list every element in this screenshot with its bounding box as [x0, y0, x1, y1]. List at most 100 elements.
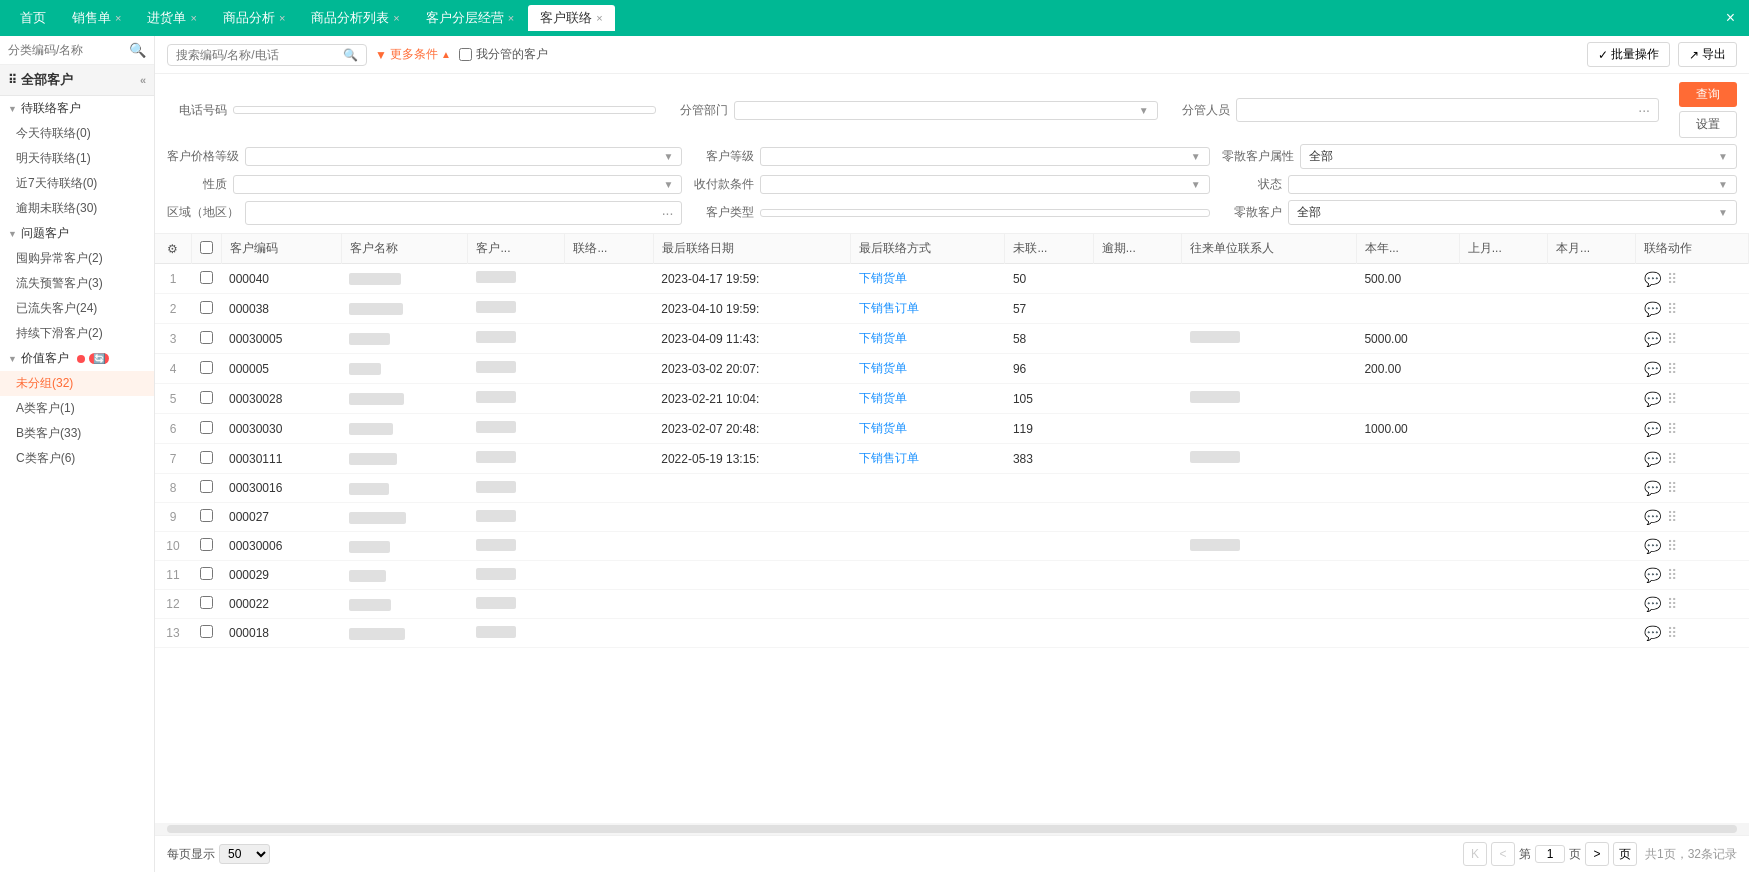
chat-icon[interactable]: 💬 [1644, 509, 1661, 525]
filter-search-input[interactable] [176, 48, 343, 62]
sidebar-item-classA[interactable]: A类客户(1) [0, 396, 154, 421]
row-checkbox[interactable] [200, 567, 213, 580]
chat-icon[interactable]: 💬 [1644, 567, 1661, 583]
sidebar-search-icon[interactable]: 🔍 [129, 42, 146, 58]
sidebar-search-input[interactable] [8, 43, 129, 57]
all-customers-header[interactable]: ⠿ 全部客户 « [0, 65, 154, 96]
sidebar-item-classB[interactable]: B类客户(33) [0, 421, 154, 446]
filter-customer-level-select[interactable]: ▼ [760, 147, 1209, 166]
batch-operation-btn[interactable]: ✓ 批量操作 [1587, 42, 1670, 67]
close-customer-segment-icon[interactable]: × [508, 12, 514, 24]
row-checkbox[interactable] [200, 331, 213, 344]
reset-button[interactable]: 设置 [1679, 111, 1737, 138]
last-way-link[interactable]: 下销货单 [859, 271, 907, 285]
page-number-input[interactable] [1535, 845, 1565, 863]
cell-check[interactable] [191, 503, 221, 532]
row-checkbox[interactable] [200, 625, 213, 638]
cell-check[interactable] [191, 384, 221, 414]
row-checkbox[interactable] [200, 509, 213, 522]
grid-action-icon[interactable]: ⠿ [1667, 421, 1677, 437]
grid-action-icon[interactable]: ⠿ [1667, 451, 1677, 467]
chat-icon[interactable]: 💬 [1644, 331, 1661, 347]
query-button[interactable]: 查询 [1679, 82, 1737, 107]
sidebar-item-tomorrow[interactable]: 明天待联络(1) [0, 146, 154, 171]
section-problem-customer[interactable]: ▼ 问题客户 [0, 221, 154, 246]
section-value-customer[interactable]: ▼ 价值客户 🔄 [0, 346, 154, 371]
filter-payment-select[interactable]: ▼ [760, 175, 1209, 194]
row-checkbox[interactable] [200, 538, 213, 551]
filter-person-input[interactable]: ··· [1236, 98, 1659, 122]
close-purchase-icon[interactable]: × [190, 12, 196, 24]
cell-check[interactable] [191, 324, 221, 354]
cell-check[interactable] [191, 532, 221, 561]
row-checkbox[interactable] [200, 271, 213, 284]
close-product-analysis-list-icon[interactable]: × [393, 12, 399, 24]
filter-nature-select[interactable]: ▼ [233, 175, 682, 194]
more-conditions-btn[interactable]: ▼ 更多条件 ▲ [375, 46, 451, 63]
cell-check[interactable] [191, 474, 221, 503]
close-product-analysis-icon[interactable]: × [279, 12, 285, 24]
sidebar-item-churn-warning[interactable]: 流失预警客户(3) [0, 271, 154, 296]
close-sales-icon[interactable]: × [115, 12, 121, 24]
filter-status-select[interactable]: ▼ [1288, 175, 1737, 194]
chat-icon[interactable]: 💬 [1644, 361, 1661, 377]
cell-check[interactable] [191, 414, 221, 444]
close-customer-contact-icon[interactable]: × [596, 12, 602, 24]
last-way-link[interactable]: 下销货单 [859, 331, 907, 345]
grid-action-icon[interactable]: ⠿ [1667, 361, 1677, 377]
th-settings[interactable]: ⚙ [155, 234, 191, 264]
sidebar-item-abnormal[interactable]: 囤购异常客户(2) [0, 246, 154, 271]
grid-action-icon[interactable]: ⠿ [1667, 331, 1677, 347]
chat-icon[interactable]: 💬 [1644, 391, 1661, 407]
region-dots-icon[interactable]: ··· [662, 205, 674, 221]
last-way-link[interactable]: 下销货单 [859, 391, 907, 405]
chat-icon[interactable]: 💬 [1644, 421, 1661, 437]
filter-price-level-select[interactable]: ▼ [245, 147, 682, 166]
nav-sales[interactable]: 销售单 × [60, 5, 133, 31]
sidebar-item-ungrouped[interactable]: 未分组(32) [0, 371, 154, 396]
nav-purchase[interactable]: 进货单 × [135, 5, 208, 31]
last-way-link[interactable]: 下销售订单 [859, 301, 919, 315]
filter-scatter-customer-select[interactable]: 全部 ▼ [1288, 200, 1737, 225]
nav-home[interactable]: 首页 [8, 5, 58, 31]
sidebar-item-today[interactable]: 今天待联络(0) [0, 121, 154, 146]
grid-action-icon[interactable]: ⠿ [1667, 301, 1677, 317]
per-page-select[interactable]: 50 100 200 [219, 844, 270, 864]
filter-phone-input[interactable] [233, 106, 656, 114]
grid-action-icon[interactable]: ⠿ [1667, 509, 1677, 525]
first-page-btn[interactable]: K [1463, 842, 1487, 866]
filter-dept-select[interactable]: ▼ [734, 101, 1157, 120]
row-checkbox[interactable] [200, 421, 213, 434]
last-way-link[interactable]: 下销售订单 [859, 451, 919, 465]
chat-icon[interactable]: 💬 [1644, 596, 1661, 612]
grid-action-icon[interactable]: ⠿ [1667, 538, 1677, 554]
row-checkbox[interactable] [200, 596, 213, 609]
grid-action-icon[interactable]: ⠿ [1667, 596, 1677, 612]
last-page-btn[interactable]: 页 [1613, 842, 1637, 866]
sidebar-item-overdue[interactable]: 逾期未联络(30) [0, 196, 154, 221]
row-checkbox[interactable] [200, 301, 213, 314]
grid-action-icon[interactable]: ⠿ [1667, 625, 1677, 641]
chat-icon[interactable]: 💬 [1644, 301, 1661, 317]
cell-check[interactable] [191, 561, 221, 590]
horizontal-scrollbar[interactable] [167, 825, 1737, 833]
chat-icon[interactable]: 💬 [1644, 451, 1661, 467]
collapse-all-icon[interactable]: « [140, 74, 146, 86]
grid-action-icon[interactable]: ⠿ [1667, 480, 1677, 496]
next-page-btn[interactable]: > [1585, 842, 1609, 866]
th-checkbox[interactable] [191, 234, 221, 264]
sidebar-item-churned[interactable]: 已流失客户(24) [0, 296, 154, 321]
chat-icon[interactable]: 💬 [1644, 538, 1661, 554]
filter-search-icon[interactable]: 🔍 [343, 48, 358, 62]
cell-check[interactable] [191, 619, 221, 648]
cell-check[interactable] [191, 294, 221, 324]
cell-check[interactable] [191, 354, 221, 384]
cell-check[interactable] [191, 590, 221, 619]
row-checkbox[interactable] [200, 480, 213, 493]
cell-check[interactable] [191, 444, 221, 474]
export-btn[interactable]: ↗ 导出 [1678, 42, 1737, 67]
nav-product-analysis-list[interactable]: 商品分析列表 × [299, 5, 411, 31]
row-checkbox[interactable] [200, 391, 213, 404]
last-way-link[interactable]: 下销货单 [859, 361, 907, 375]
filter-region-input[interactable]: ··· [245, 201, 682, 225]
